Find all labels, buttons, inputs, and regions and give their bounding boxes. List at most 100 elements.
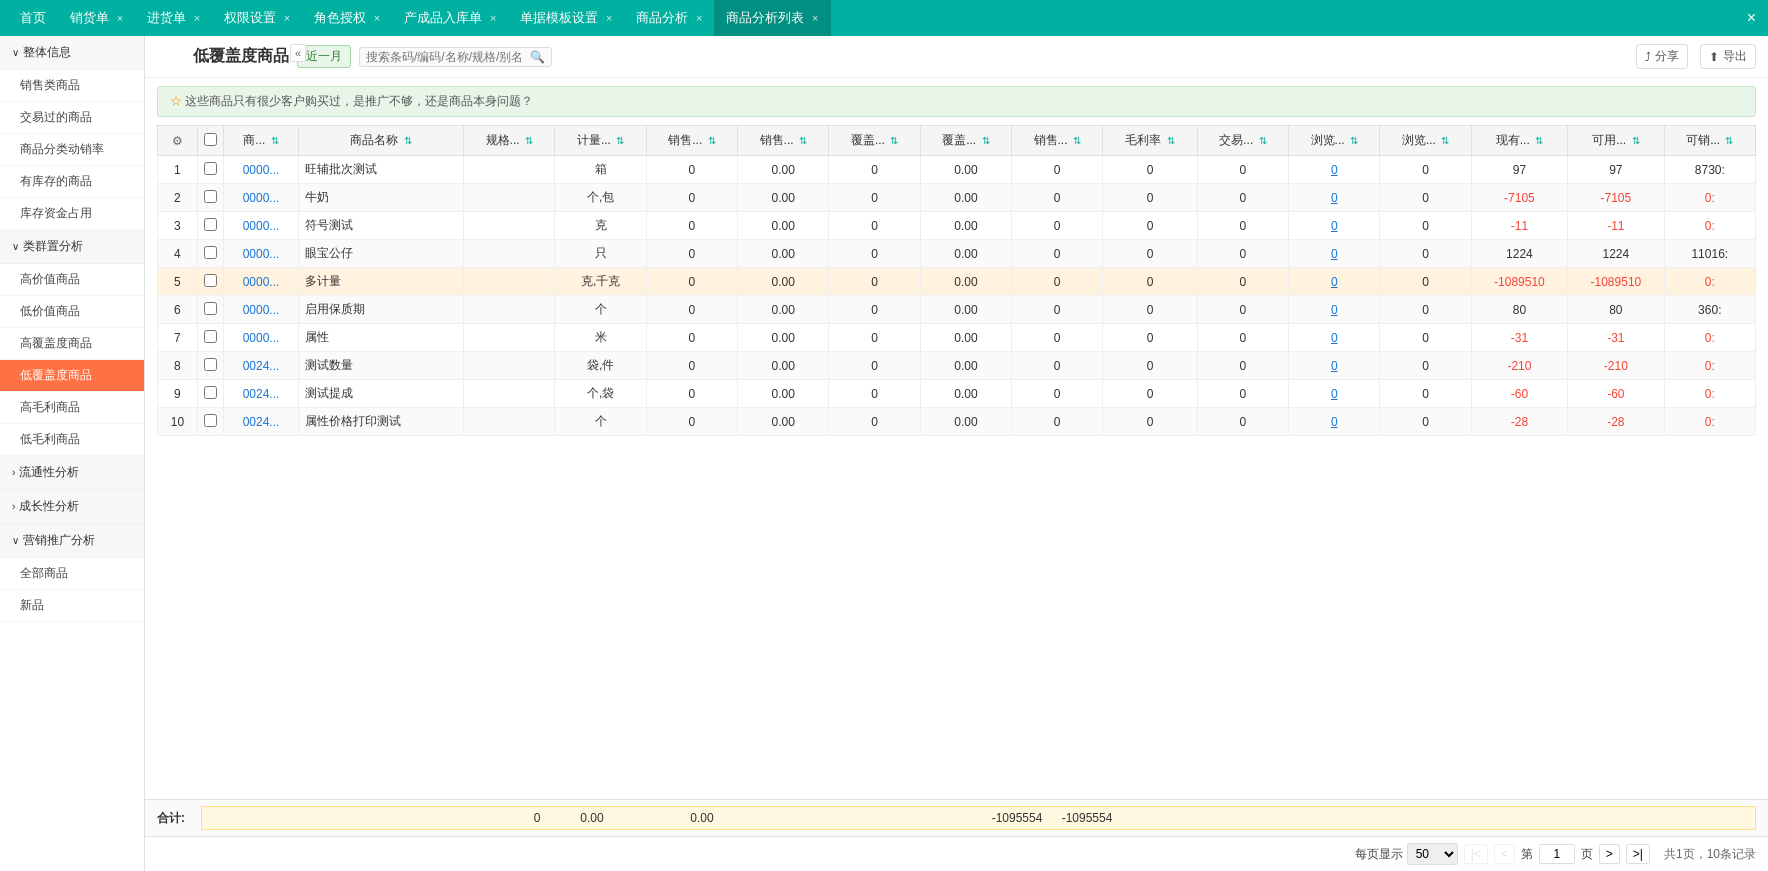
prev-page-btn[interactable]: < — [1494, 844, 1515, 864]
nav-product-analysis[interactable]: 商品分析 × — [624, 0, 714, 36]
row-browse1[interactable]: 0 — [1289, 352, 1380, 380]
row-browse1[interactable]: 0 — [1289, 380, 1380, 408]
row-checkbox-cell[interactable] — [197, 240, 223, 268]
sidebar-item-inventory-capital[interactable]: 库存资金占用 — [0, 198, 144, 230]
sidebar-item-low-value[interactable]: 低价值商品 — [0, 296, 144, 328]
close-sales-order[interactable]: × — [117, 12, 123, 24]
row-browse1[interactable]: 0 — [1289, 324, 1380, 352]
first-page-btn[interactable]: |< — [1464, 844, 1488, 864]
sidebar-section-growth[interactable]: › 成长性分析 — [0, 490, 144, 524]
close-product-analysis[interactable]: × — [696, 12, 702, 24]
row-checkbox-cell[interactable] — [197, 296, 223, 324]
col-saleable[interactable]: 可销... ⇅ — [1664, 126, 1755, 156]
nav-finished-goods[interactable]: 产成品入库单 × — [392, 0, 508, 36]
nav-product-analysis-list[interactable]: 商品分析列表 × — [714, 0, 830, 36]
sidebar-section-flow[interactable]: › 流通性分析 — [0, 456, 144, 490]
row-checkbox[interactable] — [204, 274, 217, 287]
row-checkbox-cell[interactable] — [197, 156, 223, 184]
search-icon[interactable]: 🔍 — [530, 50, 545, 64]
row-checkbox[interactable] — [204, 386, 217, 399]
col-available[interactable]: 可用... ⇅ — [1568, 126, 1664, 156]
col-code[interactable]: 商... ⇅ — [223, 126, 298, 156]
sidebar-item-high-margin[interactable]: 高毛利商品 — [0, 392, 144, 424]
col-checkbox[interactable] — [197, 126, 223, 156]
row-checkbox-cell[interactable] — [197, 268, 223, 296]
col-unit[interactable]: 计量... ⇅ — [555, 126, 646, 156]
next-page-btn[interactable]: > — [1599, 844, 1620, 864]
nav-purchase-order[interactable]: 进货单 × — [135, 0, 212, 36]
col-current[interactable]: 现有... ⇅ — [1471, 126, 1567, 156]
sidebar-section-cluster[interactable]: ∨ 类群置分析 — [0, 230, 144, 264]
close-product-analysis-list[interactable]: × — [812, 12, 818, 24]
nav-role-auth[interactable]: 角色授权 × — [302, 0, 392, 36]
export-button[interactable]: ⬆ 导出 — [1700, 44, 1756, 69]
sidebar-item-high-value[interactable]: 高价值商品 — [0, 264, 144, 296]
close-finished-goods[interactable]: × — [490, 12, 496, 24]
row-checkbox[interactable] — [204, 358, 217, 371]
col-browse1[interactable]: 浏览... ⇅ — [1289, 126, 1380, 156]
row-checkbox[interactable] — [204, 246, 217, 259]
row-browse2: 0 — [1380, 212, 1471, 240]
row-checkbox-cell[interactable] — [197, 324, 223, 352]
sidebar-section-overall[interactable]: ∨ 整体信息 — [0, 36, 144, 70]
sidebar-item-all-goods[interactable]: 全部商品 — [0, 558, 144, 590]
sidebar-item-traded-goods[interactable]: 交易过的商品 — [0, 102, 144, 134]
col-spec[interactable]: 规格... ⇅ — [464, 126, 555, 156]
sidebar-section-marketing[interactable]: ∨ 营销推广分析 — [0, 524, 144, 558]
col-sales-amt[interactable]: 销售... ⇅ — [738, 126, 829, 156]
page-number-input[interactable] — [1539, 844, 1575, 864]
search-input[interactable] — [366, 50, 526, 64]
page-size-dropdown[interactable]: 50 100 200 — [1407, 843, 1458, 865]
row-browse1[interactable]: 0 — [1289, 268, 1380, 296]
col-sales-qty[interactable]: 销售... ⇅ — [646, 126, 737, 156]
row-browse1[interactable]: 0 — [1289, 408, 1380, 436]
col-gross-margin[interactable]: 毛利率 ⇅ — [1103, 126, 1197, 156]
close-permission[interactable]: × — [284, 12, 290, 24]
row-checkbox-cell[interactable] — [197, 184, 223, 212]
sidebar-item-new-goods[interactable]: 新品 — [0, 590, 144, 622]
row-checkbox[interactable] — [204, 330, 217, 343]
close-purchase-order[interactable]: × — [194, 12, 200, 24]
nav-permission[interactable]: 权限设置 × — [212, 0, 302, 36]
col-settings[interactable]: ⚙ — [158, 126, 198, 156]
row-browse1[interactable]: 0 — [1289, 156, 1380, 184]
row-sales-qty: 0 — [646, 296, 737, 324]
col-transaction[interactable]: 交易... ⇅ — [1197, 126, 1288, 156]
row-checkbox-cell[interactable] — [197, 212, 223, 240]
col-name[interactable]: 商品名称 ⇅ — [299, 126, 464, 156]
sidebar-collapse-btn[interactable]: « — [290, 44, 306, 62]
sidebar-item-high-coverage[interactable]: 高覆盖度商品 — [0, 328, 144, 360]
nav-sales-order[interactable]: 销货单 × — [58, 0, 135, 36]
nav-home[interactable]: 首页 — [8, 0, 58, 36]
row-browse1[interactable]: 0 — [1289, 184, 1380, 212]
row-cov1: 0 — [829, 268, 920, 296]
row-browse1[interactable]: 0 — [1289, 212, 1380, 240]
row-checkbox[interactable] — [204, 218, 217, 231]
sidebar-item-low-coverage[interactable]: 低覆盖度商品 — [0, 360, 144, 392]
nav-template-settings[interactable]: 单据模板设置 × — [508, 0, 624, 36]
sidebar-item-category-rate[interactable]: 商品分类动销率 — [0, 134, 144, 166]
row-checkbox[interactable] — [204, 162, 217, 175]
row-checkbox[interactable] — [204, 302, 217, 315]
sidebar-item-low-margin[interactable]: 低毛利商品 — [0, 424, 144, 456]
row-checkbox-cell[interactable] — [197, 380, 223, 408]
col-browse2[interactable]: 浏览... ⇅ — [1380, 126, 1471, 156]
select-all-checkbox[interactable] — [204, 133, 217, 146]
last-page-btn[interactable]: >| — [1626, 844, 1650, 864]
row-checkbox-cell[interactable] — [197, 352, 223, 380]
row-checkbox-cell[interactable] — [197, 408, 223, 436]
arrow-overall: ∨ — [12, 47, 19, 58]
row-checkbox[interactable] — [204, 190, 217, 203]
row-checkbox[interactable] — [204, 414, 217, 427]
share-button[interactable]: ⤴ 分享 — [1636, 44, 1688, 69]
sidebar-item-sales-goods[interactable]: 销售类商品 — [0, 70, 144, 102]
sidebar-item-in-stock[interactable]: 有库存的商品 — [0, 166, 144, 198]
row-browse1[interactable]: 0 — [1289, 296, 1380, 324]
close-template-settings[interactable]: × — [606, 12, 612, 24]
close-all-tabs[interactable]: × — [1747, 9, 1756, 27]
row-browse1[interactable]: 0 — [1289, 240, 1380, 268]
close-role-auth[interactable]: × — [374, 12, 380, 24]
col-sales3[interactable]: 销售... ⇅ — [1012, 126, 1103, 156]
col-cov1[interactable]: 覆盖... ⇅ — [829, 126, 920, 156]
col-cov2[interactable]: 覆盖... ⇅ — [920, 126, 1011, 156]
